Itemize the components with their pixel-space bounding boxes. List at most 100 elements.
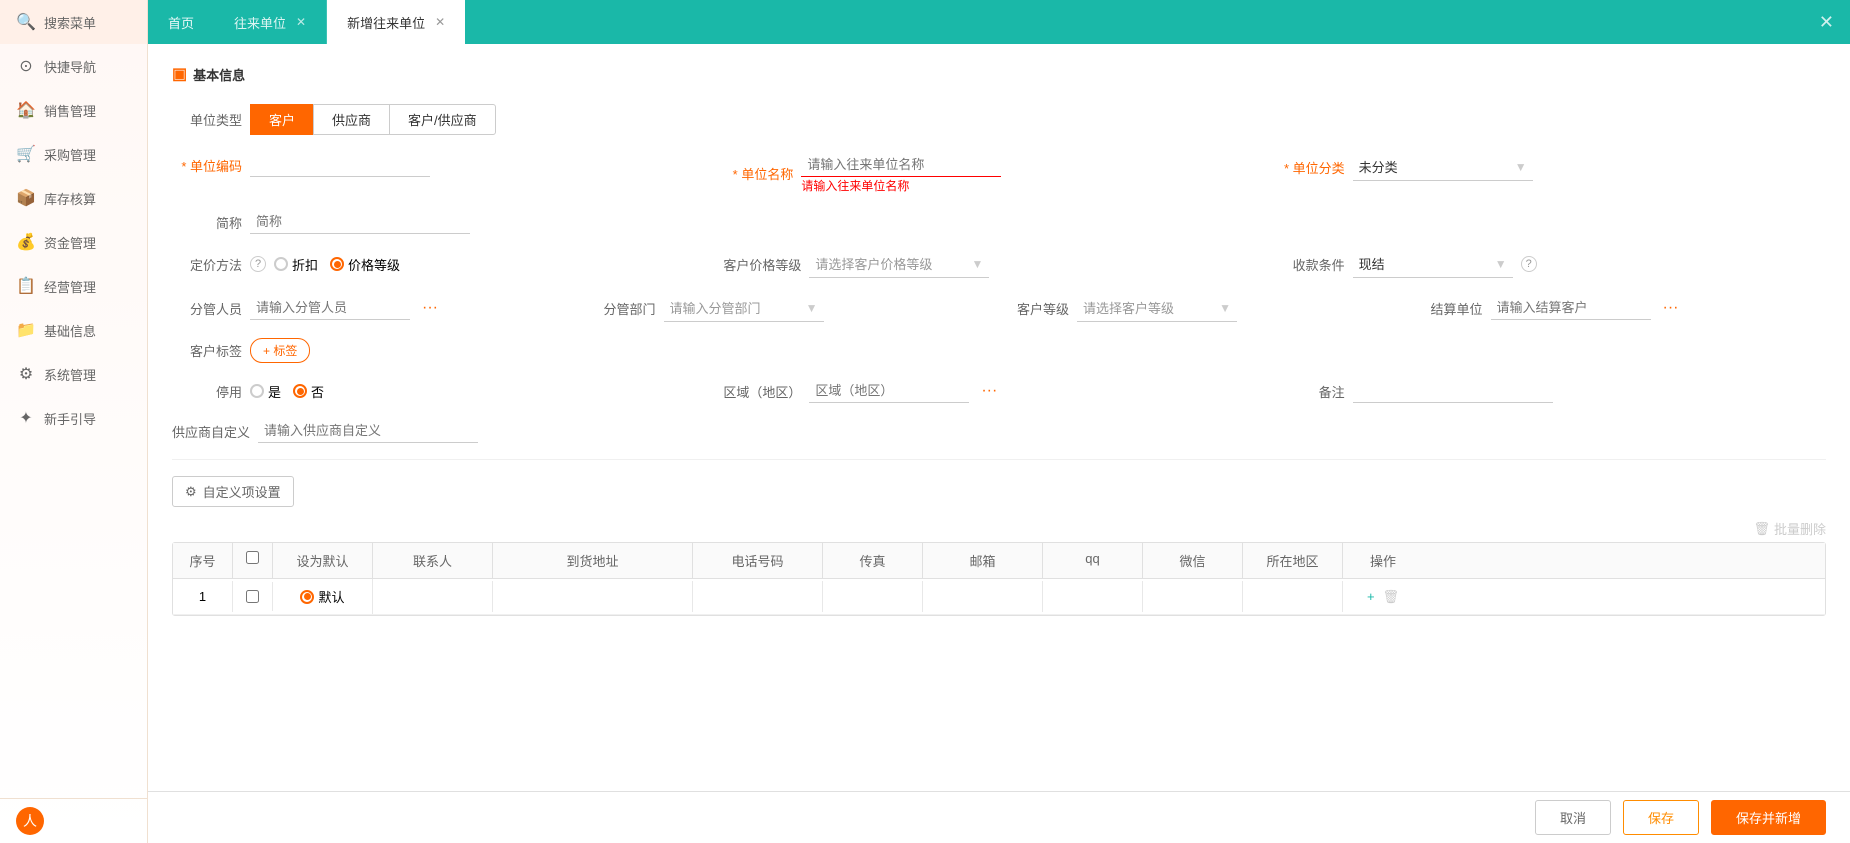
region-input[interactable] [809, 379, 969, 403]
contact-input[interactable] [381, 589, 484, 604]
supplier-custom-input[interactable] [258, 419, 478, 443]
settlement-unit-input[interactable] [1491, 296, 1651, 320]
pricing-level-option[interactable]: 价格等级 [330, 255, 400, 274]
payment-help-icon[interactable]: ? [1521, 256, 1537, 272]
region-more-icon[interactable]: ··· [977, 382, 1001, 400]
field-disabled: 停用 是 否 [172, 382, 723, 401]
sidebar-item-quicknav[interactable]: ⊙ 快捷导航 [0, 44, 147, 88]
category-select[interactable]: 未分类 ▼ [1353, 153, 1533, 181]
main-area: 首页 往来单位 ✕ 新增往来单位 ✕ ✕ ▣ 基本信息 单位类型 客户 供应商 … [148, 0, 1850, 843]
sidebar-item-finance[interactable]: 💰 资金管理 [0, 220, 147, 264]
delete-row-icon[interactable]: 🗑 [1383, 589, 1400, 605]
user-avatar[interactable]: 人 [16, 807, 44, 835]
row-checkbox[interactable] [246, 590, 259, 603]
manager-input[interactable] [250, 296, 410, 320]
customer-level-select[interactable]: 请选择客户等级 ▼ [1077, 294, 1237, 322]
unit-type-both[interactable]: 客户/供应商 [389, 104, 496, 135]
sidebar-item-label: 基础信息 [44, 321, 96, 340]
field-remark: 备注 [1275, 379, 1826, 403]
code-input[interactable]: 000009 [250, 153, 430, 177]
td-qq [1043, 581, 1143, 612]
sidebar: 🔍 搜索菜单 ⊙ 快捷导航 🏠 销售管理 🛒 采购管理 📦 库存核算 💰 资金管… [0, 0, 148, 843]
divider [172, 459, 1826, 460]
payment-terms-select[interactable]: 现结 ▼ [1353, 250, 1513, 278]
row-region-input[interactable] [1251, 589, 1334, 604]
pricing-discount-option[interactable]: 折扣 [274, 255, 318, 274]
field-department: 分管部门 请输入分管部门 ▼ [586, 294, 1000, 322]
supplier-custom-label: 供应商自定义 [172, 422, 250, 441]
system-icon: ⚙ [16, 364, 36, 384]
unit-type-supplier[interactable]: 供应商 [313, 104, 389, 135]
department-select[interactable]: 请输入分管部门 ▼ [664, 294, 824, 322]
sidebar-item-basic[interactable]: 📁 基础信息 [0, 308, 147, 352]
sidebar-item-system[interactable]: ⚙ 系统管理 [0, 352, 147, 396]
sidebar-item-search[interactable]: 🔍 搜索菜单 [0, 0, 147, 44]
sidebar-item-newbie[interactable]: ✦ 新手引导 [0, 396, 147, 440]
tab-new-close[interactable]: ✕ [435, 15, 445, 29]
field-tag: 客户标签 + 标签 [172, 338, 310, 363]
chevron-down-icon: ▼ [1219, 301, 1231, 315]
pricing-help-icon[interactable]: ? [250, 256, 266, 272]
field-customer-price-level: 客户价格等级 请选择客户价格等级 ▼ [723, 250, 1274, 278]
batch-delete-area: 🗑 批量删除 [172, 519, 1826, 538]
default-label: 默认 [318, 587, 344, 606]
close-main-button[interactable]: ✕ [1803, 0, 1850, 44]
disabled-yes-option[interactable]: 是 [250, 382, 281, 401]
remark-input[interactable] [1353, 379, 1553, 403]
tab-list-close[interactable]: ✕ [296, 15, 306, 29]
cancel-button[interactable]: 取消 [1535, 800, 1611, 835]
settlement-unit-more-icon[interactable]: ··· [1659, 299, 1683, 317]
disabled-yes-radio[interactable] [250, 384, 264, 398]
shortname-input[interactable] [250, 210, 470, 234]
sales-icon: 🏠 [16, 100, 36, 120]
add-row-icon[interactable]: + [1367, 589, 1375, 604]
tab-new[interactable]: 新增往来单位 ✕ [327, 0, 465, 44]
td-seq: 1 [173, 581, 233, 612]
unit-type-customer[interactable]: 客户 [250, 104, 313, 135]
fax-input[interactable] [831, 589, 914, 604]
row-code-name-category: * 单位编码 000009 * 单位名称 请输入往来单位名称 * 单位分类 未分… [172, 153, 1826, 194]
ops-icon: 📋 [16, 276, 36, 296]
address-input[interactable] [501, 589, 684, 604]
sidebar-item-operations[interactable]: 📋 经营管理 [0, 264, 147, 308]
email-input[interactable] [931, 589, 1034, 604]
wechat-input[interactable] [1151, 589, 1234, 604]
default-radio-item[interactable]: 默认 [300, 587, 344, 606]
add-tag-button[interactable]: + 标签 [250, 338, 310, 363]
price-level-radio[interactable] [330, 257, 344, 271]
th-wechat: 微信 [1143, 543, 1243, 578]
default-radio[interactable] [300, 590, 314, 604]
department-placeholder: 请输入分管部门 [670, 298, 802, 317]
manager-label: 分管人员 [172, 299, 242, 318]
tab-list[interactable]: 往来单位 ✕ [214, 0, 327, 44]
discount-radio[interactable] [274, 257, 288, 271]
customer-price-level-select[interactable]: 请选择客户价格等级 ▼ [809, 250, 989, 278]
field-pricing: 定价方法 ? 折扣 价格等级 [172, 255, 723, 274]
sidebar-item-label: 快捷导航 [44, 57, 96, 76]
disabled-no-radio[interactable] [293, 384, 307, 398]
chevron-down-icon: ▼ [1495, 257, 1507, 271]
phone-input[interactable] [701, 589, 814, 604]
manager-more-icon[interactable]: ··· [418, 299, 442, 317]
sidebar-item-label: 经营管理 [44, 277, 96, 296]
select-all-checkbox[interactable] [246, 551, 259, 564]
sidebar-item-label: 资金管理 [44, 233, 96, 252]
basic-icon: 📁 [16, 320, 36, 340]
td-email [923, 581, 1043, 612]
disabled-no-option[interactable]: 否 [293, 382, 324, 401]
name-input[interactable] [801, 153, 1001, 177]
sidebar-item-inventory[interactable]: 📦 库存核算 [0, 176, 147, 220]
sidebar-item-sales[interactable]: 🏠 销售管理 [0, 88, 147, 132]
save-button[interactable]: 保存 [1623, 800, 1699, 835]
category-value: 未分类 [1359, 157, 1511, 176]
save-add-button[interactable]: 保存并新增 [1711, 800, 1826, 835]
custom-settings-button[interactable]: ⚙ 自定义项设置 [172, 476, 294, 507]
department-label: 分管部门 [586, 299, 656, 318]
tab-home[interactable]: 首页 [148, 0, 214, 44]
qq-input[interactable] [1051, 589, 1134, 604]
payment-terms-value: 现结 [1359, 254, 1491, 273]
th-contact: 联系人 [373, 543, 493, 578]
sidebar-item-purchase[interactable]: 🛒 采购管理 [0, 132, 147, 176]
customer-level-placeholder: 请选择客户等级 [1083, 298, 1215, 317]
batch-delete-label[interactable]: 批量删除 [1774, 519, 1826, 538]
